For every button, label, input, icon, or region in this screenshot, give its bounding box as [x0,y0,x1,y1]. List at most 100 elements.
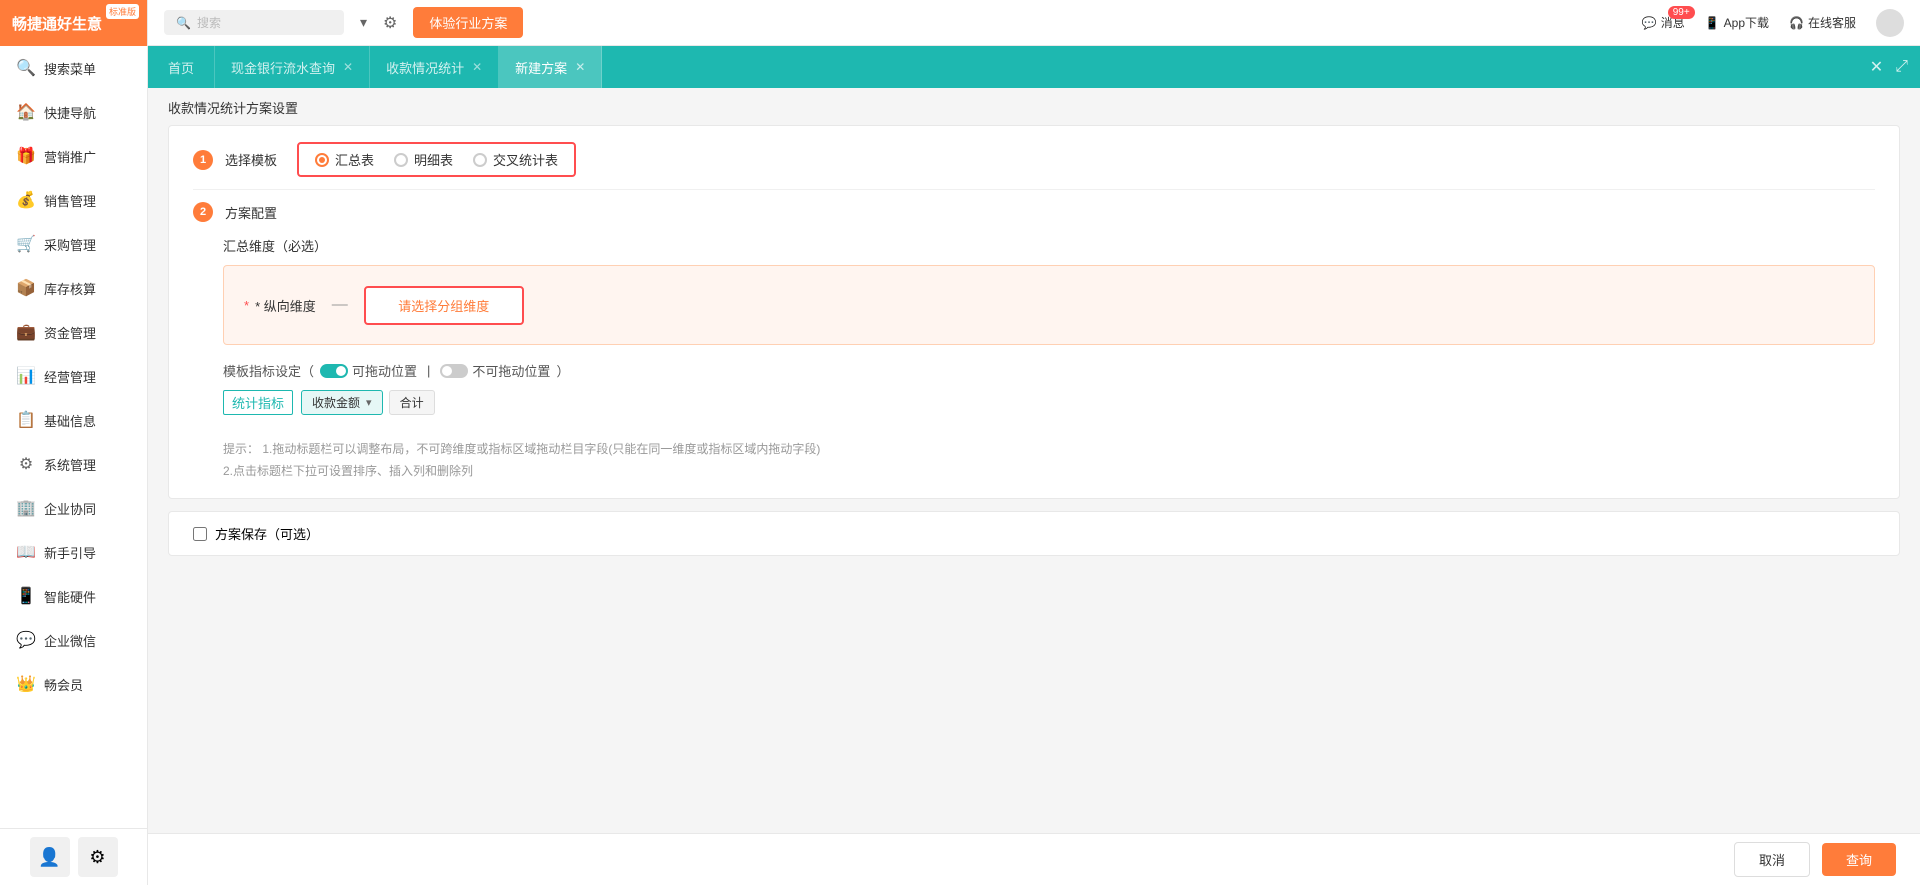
bottombar: 取消 查询 [148,833,1920,885]
home-icon: 🏠 [16,102,36,122]
sidebar-item-label: 新手引导 [44,543,96,562]
radio-cross-circle [473,153,487,167]
draggable-label: 可拖动位置 [352,361,417,380]
metrics-title: 模板指标设定（ [223,361,314,380]
metrics-subtag-total: 合计 [389,390,435,415]
radio-cross-label: 交叉统计表 [493,150,558,169]
sidebar-item-guide[interactable]: 📖 新手引导 [0,530,147,574]
sidebar-item-label: 销售管理 [44,191,96,210]
system-icon: ⚙ [16,454,36,474]
step2-label: 方案配置 [225,203,277,222]
sidebar-item-label: 畅会员 [44,675,83,694]
finance-icon: 💼 [16,322,36,342]
sidebar-item-purchase[interactable]: 🛒 采购管理 [0,222,147,266]
radio-cross[interactable]: 交叉统计表 [473,150,558,169]
weixin-icon: 💬 [16,630,36,650]
online-service-item[interactable]: 🎧 在线客服 [1789,14,1856,31]
tab-collection-stat-close[interactable]: ✕ [472,60,482,74]
dimension-placeholder[interactable]: 请选择分组维度 [364,286,524,325]
tab-bank-flow-close[interactable]: ✕ [343,60,353,74]
sidebar-item-label: 智能硬件 [44,587,96,606]
sidebar-item-label: 基础信息 [44,411,96,430]
sidebar-item-system[interactable]: ⚙ 系统管理 [0,442,147,486]
content-area: 收款情况统计方案设置 1 选择模板 汇总表 明细表 [148,88,1920,833]
tab-new-plan[interactable]: 新建方案 ✕ [499,46,602,88]
metrics-tag-amount[interactable]: 收款金额 ▾ [301,390,383,415]
tab-bank-flow-label: 现金银行流水查询 [231,58,335,77]
tab-new-plan-label: 新建方案 [515,58,567,77]
sidebar-item-label: 系统管理 [44,455,96,474]
sales-icon: 💰 [16,190,36,210]
sidebar-item-smart-hw[interactable]: 📱 智能硬件 [0,574,147,618]
required-star: * [244,298,249,313]
topbar-gear-icon[interactable]: ⚙ [383,13,397,33]
save-label: 方案保存（可选） [215,524,319,543]
search-box[interactable]: 🔍 搜索 [164,10,344,35]
topbar-right: 💬 消息 99+ 📱 App下载 🎧 在线客服 [1642,9,1904,37]
query-button[interactable]: 查询 [1822,843,1896,876]
vertical-label-text: * 纵向维度 [255,296,316,315]
download-icon: 📱 [1705,16,1720,30]
sidebar-bottom-btn-2[interactable]: ⚙ [78,837,118,877]
tab-collection-stat[interactable]: 收款情况统计 ✕ [370,46,499,88]
search-icon-top: 🔍 [176,16,191,30]
metrics-tag-dropdown-icon[interactable]: ▾ [366,396,372,409]
app-download-label: App下载 [1724,14,1769,31]
user-avatar[interactable] [1876,9,1904,37]
step2-row: 2 方案配置 [193,202,1875,222]
tabbar-actions: ✕ ⤢ [1858,46,1920,88]
topbar: 🔍 搜索 ▾ ⚙ 体验行业方案 💬 消息 99+ 📱 App下载 🎧 在线客服 [148,0,1920,46]
metrics-sep: | [427,363,430,378]
notification-item[interactable]: 💬 消息 99+ [1642,14,1685,31]
hint-area: 提示： 1.拖动标题栏可以调整布局，不可跨维度或指标区域拖动栏目字段(只能在同一… [223,439,1875,482]
radio-detail[interactable]: 明细表 [394,150,453,169]
cancel-button[interactable]: 取消 [1734,842,1810,877]
metrics-tags-list: 收款金额 ▾ 合计 [301,390,435,415]
sidebar-item-finance[interactable]: 💼 资金管理 [0,310,147,354]
template-options-box: 汇总表 明细表 交叉统计表 [297,142,576,177]
sidebar-item-member[interactable]: 👑 畅会员 [0,662,147,706]
tab-bank-flow[interactable]: 现金银行流水查询 ✕ [215,46,370,88]
save-checkbox[interactable] [193,527,207,541]
tab-new-plan-close[interactable]: ✕ [575,60,585,74]
sidebar-item-label: 企业微信 [44,631,96,650]
sidebar-item-label: 采购管理 [44,235,96,254]
tab-home[interactable]: 首页 [148,46,215,88]
page-title: 收款情况统计方案设置 [148,88,1920,125]
metrics-suffix: ） [556,361,569,380]
radio-summary[interactable]: 汇总表 [315,150,374,169]
main-area: 🔍 搜索 ▾ ⚙ 体验行业方案 💬 消息 99+ 📱 App下载 🎧 在线客服 [148,0,1920,885]
sidebar-item-weixin[interactable]: 💬 企业微信 [0,618,147,662]
save-section: 方案保存（可选） [168,511,1900,556]
step1-label: 选择模板 [225,150,277,169]
app-download-item[interactable]: 📱 App下载 [1705,14,1769,31]
sidebar-item-operation[interactable]: 📊 经营管理 [0,354,147,398]
industry-btn[interactable]: 体验行业方案 [413,7,523,38]
dimension-drop-area[interactable]: * * 纵向维度 — 请选择分组维度 [223,265,1875,345]
sidebar-logo: 畅捷通好生意 标准版 [0,0,147,46]
enterprise-icon: 🏢 [16,498,36,518]
tabbar-expand-btn[interactable]: ⤢ [1895,58,1908,76]
metrics-section: 模板指标设定（ 可拖动位置 | 不可拖动位置 [223,361,1875,415]
topbar-dropdown[interactable]: ▾ [360,14,367,31]
radio-detail-label: 明细表 [414,150,453,169]
sidebar-item-inventory[interactable]: 📦 库存核算 [0,266,147,310]
non-draggable-label: 不可拖动位置 [472,361,550,380]
sidebar-item-marketing[interactable]: 🎁 营销推广 [0,134,147,178]
sidebar-bottom-btn-1[interactable]: 👤 [30,837,70,877]
inventory-icon: 📦 [16,278,36,298]
tabbar-close-btn[interactable]: ✕ [1870,57,1883,77]
app-version: 标准版 [106,4,139,19]
dimension-config: 汇总维度（必选） * * 纵向维度 — 请选择分组维度 模板指标设定（ [223,236,1875,482]
sidebar-item-basic-info[interactable]: 📋 基础信息 [0,398,147,442]
online-service-label: 在线客服 [1808,14,1856,31]
sidebar-item-search-menu[interactable]: 🔍 搜索菜单 [0,46,147,90]
radio-summary-circle [315,153,329,167]
sidebar-item-sales[interactable]: 💰 销售管理 [0,178,147,222]
search-placeholder: 搜索 [197,14,221,31]
template-config-card: 1 选择模板 汇总表 明细表 交叉统计表 [168,125,1900,499]
app-name: 畅捷通好生意 [12,13,102,34]
sidebar-item-enterprise[interactable]: 🏢 企业协同 [0,486,147,530]
metrics-tag-amount-label: 收款金额 [312,394,360,411]
sidebar-item-quick-nav[interactable]: 🏠 快捷导航 [0,90,147,134]
